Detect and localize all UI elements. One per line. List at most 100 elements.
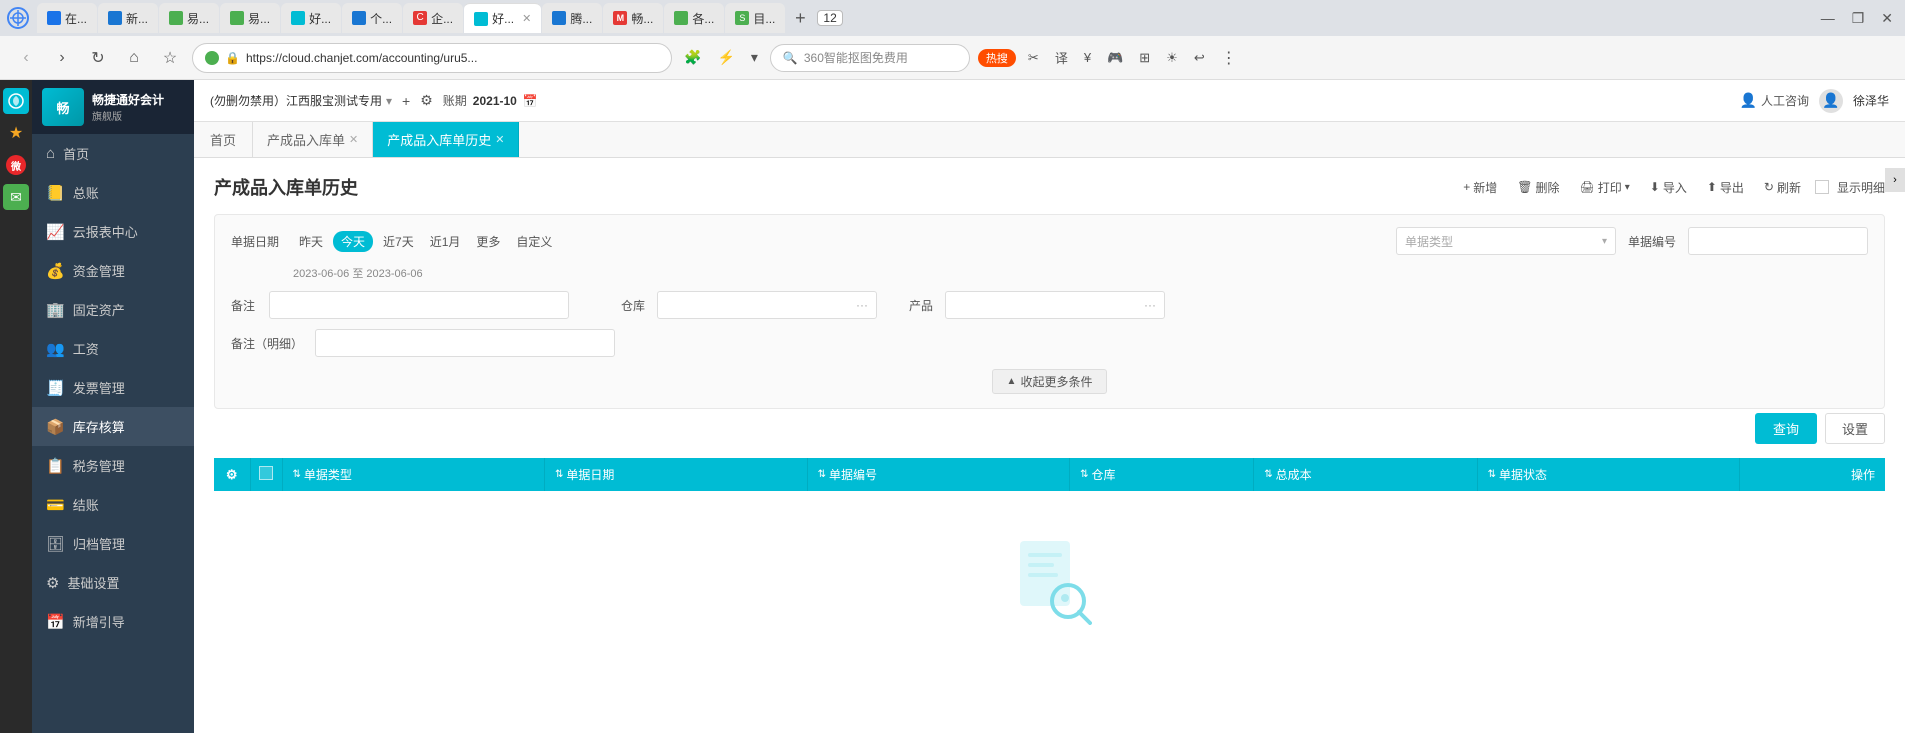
side-panel-close-btn[interactable]: › [1885, 168, 1905, 192]
sidebar-item-reports[interactable]: 📈 云报表中心 [32, 212, 194, 251]
th-gear[interactable]: ⚙ [214, 458, 250, 491]
user-avatar[interactable]: 👤 [1819, 89, 1843, 113]
th-warehouse[interactable]: ⇅ 仓库 [1070, 458, 1254, 491]
collapse-btn[interactable]: ▲ 收起更多条件 [992, 369, 1108, 394]
sidebar-item-ledger[interactable]: 📒 总账 [32, 173, 194, 212]
add-btn[interactable]: + 新增 [1457, 175, 1503, 200]
tab-item-11[interactable]: 各... [664, 3, 724, 33]
filter-number-input[interactable] [1688, 227, 1868, 255]
th-total-cost[interactable]: ⇅ 总成本 [1254, 458, 1477, 491]
page-tab-history[interactable]: 产成品入库单历史 ✕ [373, 122, 519, 157]
settings-button[interactable]: 设置 [1825, 413, 1885, 444]
tab-item-10[interactable]: M 畅... [603, 3, 663, 33]
sidebar-item-fixed-assets[interactable]: 🏢 固定资产 [32, 290, 194, 329]
filter-warehouse-select[interactable]: ··· [657, 291, 877, 319]
tab-item-6[interactable]: 个... [342, 3, 402, 33]
icon-bar-item-weibo[interactable]: 微 [3, 152, 29, 178]
search-box[interactable]: 🔍 360智能抠图免费用 [770, 44, 970, 72]
filter-type-select[interactable]: 单据类型 ▾ [1396, 227, 1616, 255]
th-status[interactable]: ⇅ 单据状态 [1477, 458, 1740, 491]
sidebar-item-inventory[interactable]: 📦 库存核算 [32, 407, 194, 446]
show-detail-checkbox[interactable] [1815, 180, 1829, 194]
th-number[interactable]: ⇅ 单据编号 [807, 458, 1070, 491]
tab-item-3[interactable]: 易... [159, 3, 219, 33]
extensions-btn[interactable]: 🧩 [680, 49, 705, 66]
sidebar-item-checkout[interactable]: 💳 结账 [32, 485, 194, 524]
th-date[interactable]: ⇅ 单据日期 [545, 458, 808, 491]
tab-item-2[interactable]: 新... [98, 3, 158, 33]
tab-item-8-active[interactable]: 好... ✕ [464, 3, 541, 33]
icon-bar-item-star[interactable]: ★ [3, 120, 29, 146]
filter-date-7days[interactable]: 近7天 [377, 231, 420, 252]
tab-item-1[interactable]: 在... [37, 3, 97, 33]
filter-date-more[interactable]: 更多 [470, 231, 506, 252]
settings-icon-btn[interactable]: ⚙ [420, 92, 433, 109]
sidebar-item-archive[interactable]: 🗄 归档管理 [32, 524, 194, 563]
tab-item-9[interactable]: 腾... [542, 3, 602, 33]
filter-date-yesterday[interactable]: 昨天 [293, 231, 329, 252]
address-bar[interactable]: 🔒 https://cloud.chanjet.com/accounting/u… [192, 43, 672, 73]
th-type[interactable]: ⇅ 单据类型 [282, 458, 545, 491]
nav-home[interactable]: ⌂ [120, 44, 148, 72]
support-btn[interactable]: 👤 人工咨询 [1740, 92, 1809, 109]
nav-dropdown[interactable]: ▾ [747, 49, 762, 66]
import-btn[interactable]: ⬇ 导入 [1644, 175, 1693, 200]
filter-date-custom[interactable]: 自定义 [510, 231, 558, 252]
sidebar-item-home[interactable]: ⌂ 首页 [32, 134, 194, 173]
nav-refresh[interactable]: ↻ [84, 44, 112, 72]
nav-back[interactable]: ‹ [12, 44, 40, 72]
sidebar-item-payroll[interactable]: 👥 工资 [32, 329, 194, 368]
export-btn[interactable]: ⬆ 导出 [1701, 175, 1750, 200]
sidebar-item-funds[interactable]: 💰 资金管理 [32, 251, 194, 290]
th-type-label: 单据类型 [304, 466, 352, 483]
nav-forward[interactable]: › [48, 44, 76, 72]
filter-date-today[interactable]: 今天 [333, 231, 373, 252]
breadcrumb-home-tab[interactable]: 首页 [194, 122, 253, 157]
filter-product-select[interactable]: ··· [945, 291, 1165, 319]
empty-illustration [1000, 531, 1100, 650]
page-title: 产成品入库单历史 [214, 174, 358, 200]
nav-more-left[interactable]: ↩ [1190, 50, 1209, 66]
tab-item-7[interactable]: C 企... [403, 3, 463, 33]
add-account-btn[interactable]: + [402, 93, 410, 109]
tab-close-8[interactable]: ✕ [522, 12, 531, 25]
page-tab-list-close[interactable]: ✕ [349, 133, 358, 146]
brightness-tool[interactable]: ☀ [1162, 50, 1182, 66]
select-all-checkbox[interactable] [259, 466, 273, 480]
new-tab-button[interactable]: + [786, 4, 814, 32]
delete-btn[interactable]: 🗑 删除 [1511, 175, 1565, 200]
currency-tool[interactable]: ¥ [1080, 50, 1095, 65]
filter-remark-input[interactable] [269, 291, 569, 319]
tab-bar: 在... 新... 易... 易... 好... 个... C 企... [0, 0, 1905, 36]
sidebar-item-basic[interactable]: ⚙ 基础设置 [32, 563, 194, 602]
translate-tool[interactable]: 译 [1051, 48, 1072, 67]
icon-bar-item-email[interactable]: ✉ [3, 184, 29, 210]
nav-bookmark[interactable]: ☆ [156, 44, 184, 72]
sidebar-item-invoice[interactable]: 🧾 发票管理 [32, 368, 194, 407]
window-maximize[interactable]: ❐ [1844, 10, 1873, 27]
tab-item-5[interactable]: 好... [281, 3, 341, 33]
hot-badge[interactable]: 热搜 [978, 49, 1016, 67]
sidebar-item-period[interactable]: 📅 新增引导 [32, 602, 194, 641]
query-button[interactable]: 查询 [1755, 413, 1817, 444]
window-close[interactable]: ✕ [1873, 10, 1901, 27]
page-tab-history-close[interactable]: ✕ [495, 133, 504, 146]
game-tool[interactable]: 🎮 [1103, 50, 1127, 66]
tab-item-4[interactable]: 易... [220, 3, 280, 33]
nav-settings[interactable]: ⋮ [1217, 48, 1241, 68]
page-tab-list[interactable]: 产成品入库单 ✕ [253, 122, 373, 157]
th-checkbox[interactable] [250, 458, 282, 491]
refresh-btn[interactable]: ↻ 刷新 [1758, 175, 1807, 200]
filter-detail-remark-input[interactable] [315, 329, 615, 357]
grid-tool[interactable]: ⊞ [1135, 50, 1154, 66]
icon-bar-item-app[interactable] [3, 88, 29, 114]
scissors-tool[interactable]: ✂ [1024, 50, 1043, 66]
lightning-btn[interactable]: ⚡ [713, 49, 738, 66]
window-minimize[interactable]: — [1813, 10, 1843, 26]
filter-date-1month[interactable]: 近1月 [424, 231, 467, 252]
sidebar-item-tax[interactable]: 📋 税务管理 [32, 446, 194, 485]
calendar-icon[interactable]: 📅 [523, 94, 538, 108]
print-btn[interactable]: 🖨 打印 ▾ [1573, 175, 1635, 200]
company-selector[interactable]: (勿删勿禁用）江西服宝测试专用 ▾ [210, 92, 392, 109]
tab-item-12[interactable]: S 目... [725, 3, 785, 33]
